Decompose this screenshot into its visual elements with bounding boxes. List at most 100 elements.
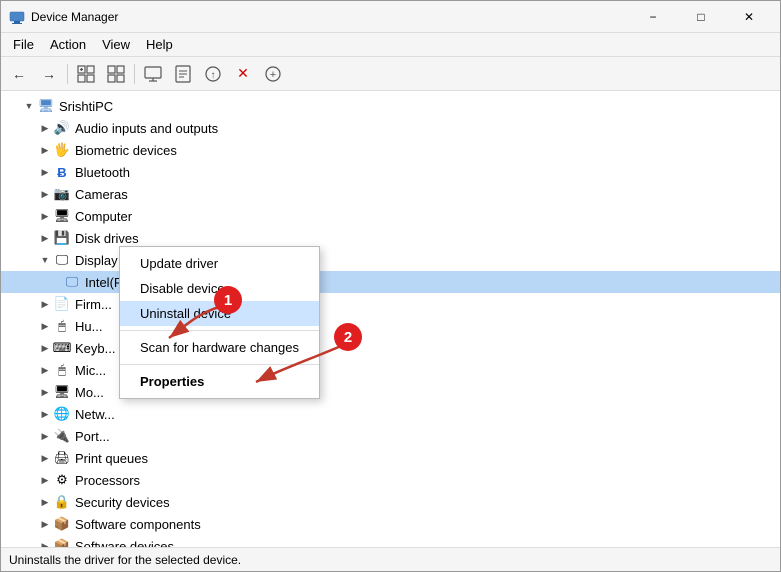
camera-icon: 📷: [53, 186, 71, 202]
context-menu: Update driver Disable device Uninstall d…: [119, 246, 320, 399]
expand-icon[interactable]: ▶: [37, 519, 53, 530]
menu-view[interactable]: View: [94, 34, 138, 56]
tree-label-audio: Audio inputs and outputs: [75, 121, 218, 136]
tree-disk[interactable]: ▶ 💾 Disk drives: [1, 227, 780, 249]
expand-icon[interactable]: ▶: [37, 453, 53, 464]
tree-monitor[interactable]: ▶ 🖥 Mo...: [1, 381, 780, 403]
tree-label-biometric: Biometric devices: [75, 143, 177, 158]
tree-label-soft-comp: Software components: [75, 517, 201, 532]
svg-text:+: +: [270, 69, 276, 81]
tree-label-cameras: Cameras: [75, 187, 128, 202]
maximize-button[interactable]: □: [678, 1, 724, 33]
tree-root[interactable]: ▼ 🖥 SrishtiPC: [1, 95, 780, 117]
display-button[interactable]: [139, 60, 167, 88]
proc-icon: ⚙: [53, 472, 71, 488]
tree-mice[interactable]: ▶ 🖱 Mic...: [1, 359, 780, 381]
separator-2: [134, 64, 135, 84]
expand-icon[interactable]: ▼: [21, 101, 37, 111]
tree-label-network: Netw...: [75, 407, 115, 422]
tree-human[interactable]: ▶ 🖱 Hu...: [1, 315, 780, 337]
menu-file[interactable]: File: [5, 34, 42, 56]
expand-icon[interactable]: ▶: [37, 211, 53, 222]
tree-label-computer: Computer: [75, 209, 132, 224]
expand-icon[interactable]: ▶: [37, 189, 53, 200]
tree-firmware[interactable]: ▶ 📄 Firm...: [1, 293, 780, 315]
minimize-button[interactable]: −: [630, 1, 676, 33]
firmware-icon: 📄: [53, 296, 71, 312]
context-update-driver[interactable]: Update driver: [120, 251, 319, 276]
expand-icon-display[interactable]: ▼: [37, 255, 53, 265]
update-driver-button[interactable]: ↑: [199, 60, 227, 88]
main-content: ▼ 🖥 SrishtiPC ▶ 🔊 Audio inputs and outpu…: [1, 91, 780, 547]
tree-gpu[interactable]: 🖵 Intel(R) UHD Grap...: [1, 271, 780, 293]
bluetooth-icon: Ƀ: [53, 164, 71, 180]
collapse-button[interactable]: [102, 60, 130, 88]
tree-display[interactable]: ▼ 🖵 Display adapters: [1, 249, 780, 271]
expand-icon[interactable]: ▶: [37, 233, 53, 244]
expand-icon[interactable]: ▶: [37, 431, 53, 442]
expand-icon[interactable]: ▶: [37, 409, 53, 420]
window-title: Device Manager: [31, 10, 630, 24]
scan-button[interactable]: +: [259, 60, 287, 88]
tree-ports[interactable]: ▶ 🔌 Port...: [1, 425, 780, 447]
tree-computer[interactable]: ▶ 🖥 Computer: [1, 205, 780, 227]
tree-biometric[interactable]: ▶ 🖐 Biometric devices: [1, 139, 780, 161]
tree-proc[interactable]: ▶ ⚙ Processors: [1, 469, 780, 491]
tree-audio[interactable]: ▶ 🔊 Audio inputs and outputs: [1, 117, 780, 139]
context-separator-2: [120, 364, 319, 365]
expand-icon[interactable]: ▶: [37, 497, 53, 508]
gpu-icon: 🖵: [63, 274, 81, 290]
print-icon: 🖨: [53, 450, 71, 466]
human-icon: 🖱: [53, 318, 71, 334]
expand-icon[interactable]: ▶: [37, 123, 53, 134]
context-separator-1: [120, 330, 319, 331]
expand-icon[interactable]: ▶: [37, 541, 53, 548]
expand-button[interactable]: [72, 60, 100, 88]
app-icon: [9, 9, 25, 25]
expand-icon[interactable]: ▶: [37, 365, 53, 376]
expand-icon[interactable]: ▶: [37, 475, 53, 486]
security-icon: 🔒: [53, 494, 71, 510]
forward-button[interactable]: →: [35, 60, 63, 88]
expand-icon[interactable]: ▶: [37, 299, 53, 310]
tree-keyboard[interactable]: ▶ ⌨ Keyb...: [1, 337, 780, 359]
svg-text:↑: ↑: [211, 70, 216, 81]
tree-label-bluetooth: Bluetooth: [75, 165, 130, 180]
status-bar: Uninstalls the driver for the selected d…: [1, 547, 780, 571]
tree-soft-dev[interactable]: ▶ 📦 Software devices: [1, 535, 780, 547]
tree-label-human: Hu...: [75, 319, 102, 334]
context-properties[interactable]: Properties: [120, 369, 319, 394]
tree-bluetooth[interactable]: ▶ Ƀ Bluetooth: [1, 161, 780, 183]
tree-cameras[interactable]: ▶ 📷 Cameras: [1, 183, 780, 205]
remove-button[interactable]: ✕: [229, 60, 257, 88]
keyboard-icon: ⌨: [53, 340, 71, 356]
menu-action[interactable]: Action: [42, 34, 94, 56]
tree-network[interactable]: ▶ 🌐 Netw...: [1, 403, 780, 425]
expand-icon[interactable]: ▶: [37, 167, 53, 178]
properties-button[interactable]: [169, 60, 197, 88]
tree-label-mice: Mic...: [75, 363, 106, 378]
menu-bar: File Action View Help: [1, 33, 780, 57]
tree-security[interactable]: ▶ 🔒 Security devices: [1, 491, 780, 513]
annotation-1: 1: [214, 286, 242, 314]
expand-icon[interactable]: ▶: [37, 387, 53, 398]
tree-label-monitor: Mo...: [75, 385, 104, 400]
close-button[interactable]: ✕: [726, 1, 772, 33]
monitor-icon: 🖥: [53, 384, 71, 400]
tree-print[interactable]: ▶ 🖨 Print queues: [1, 447, 780, 469]
soft-dev-icon: 📦: [53, 538, 71, 547]
context-scan-hardware[interactable]: Scan for hardware changes: [120, 335, 319, 360]
expand-icon[interactable]: ▶: [37, 321, 53, 332]
back-button[interactable]: ←: [5, 60, 33, 88]
menu-help[interactable]: Help: [138, 34, 181, 56]
tree-label-firmware: Firm...: [75, 297, 112, 312]
tree-soft-comp[interactable]: ▶ 📦 Software components: [1, 513, 780, 535]
expand-icon[interactable]: ▶: [37, 343, 53, 354]
expand-icon[interactable]: ▶: [37, 145, 53, 156]
device-manager-window: Device Manager − □ ✕ File Action View He…: [0, 0, 781, 572]
audio-icon: 🔊: [53, 120, 71, 136]
device-tree[interactable]: ▼ 🖥 SrishtiPC ▶ 🔊 Audio inputs and outpu…: [1, 91, 780, 547]
tree-label-print: Print queues: [75, 451, 148, 466]
root-label: SrishtiPC: [59, 99, 113, 114]
toolbar: ← → ↑ ✕ +: [1, 57, 780, 91]
